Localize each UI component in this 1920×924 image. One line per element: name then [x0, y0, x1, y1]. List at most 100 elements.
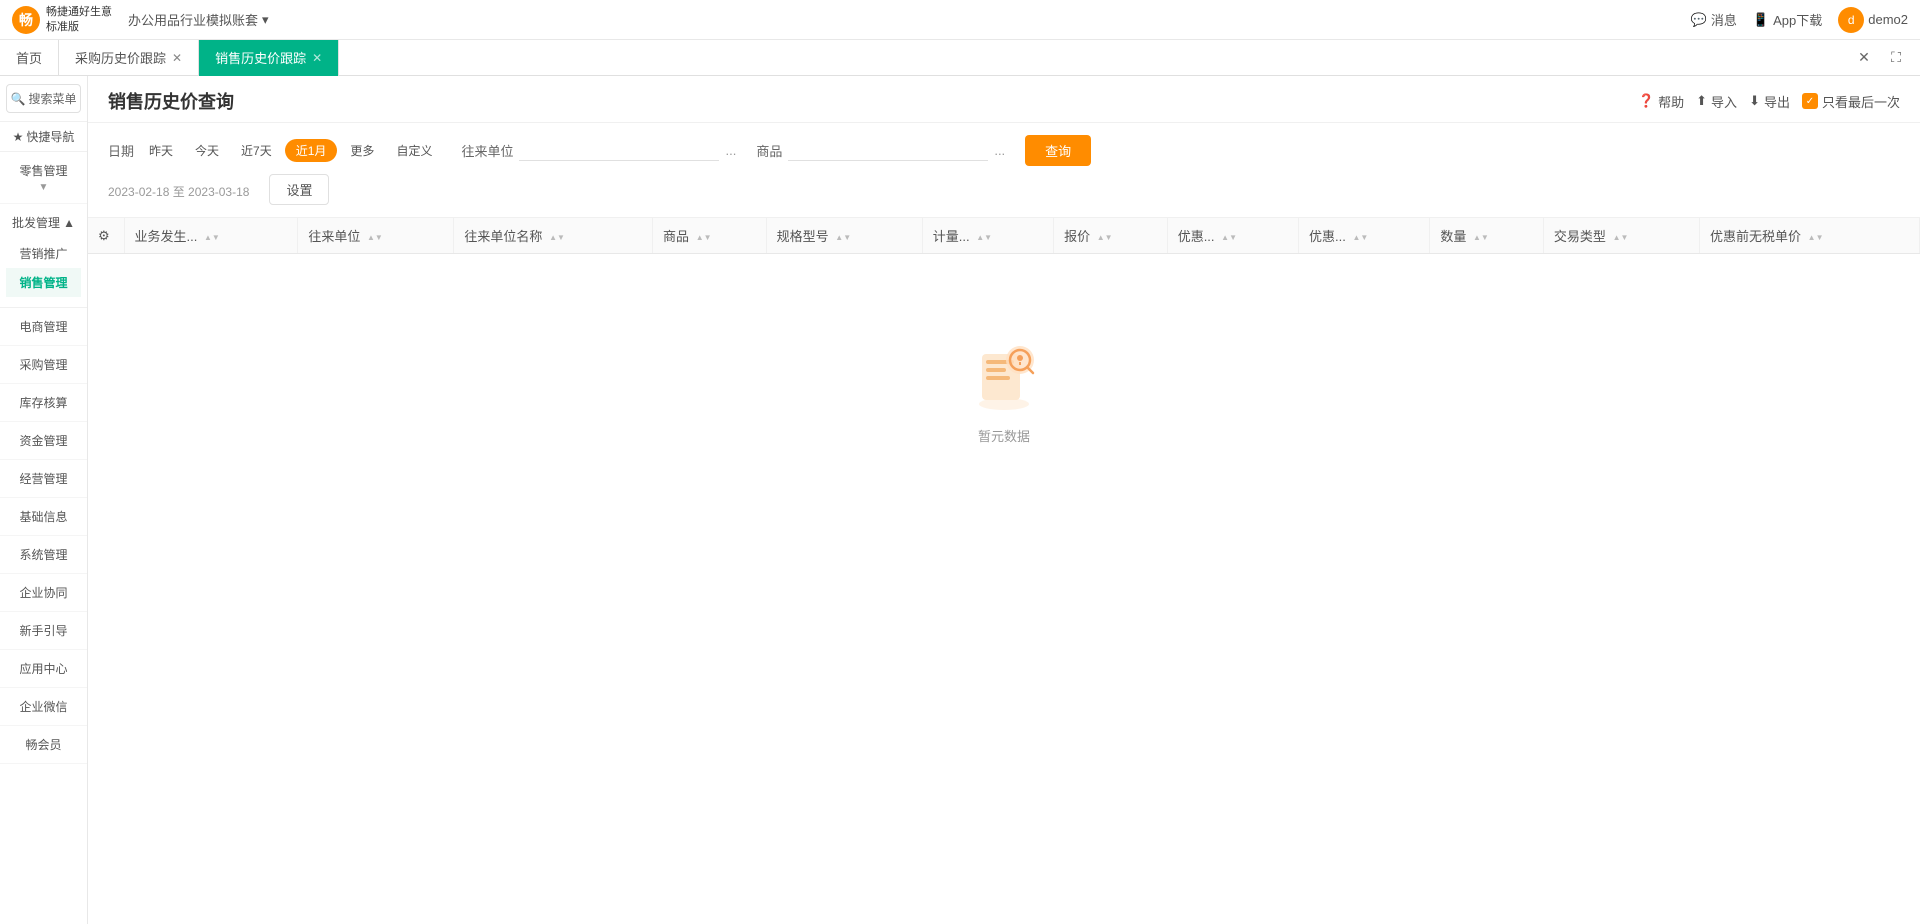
- th-counterpart-name[interactable]: 往来单位名称 ▲▼: [454, 218, 653, 254]
- data-table: ⚙ 业务发生... ▲▼ 往来单位 ▲▼ 往来单位名称 ▲▼: [88, 218, 1920, 254]
- sort-icon: ▲▼: [835, 233, 851, 242]
- date-btn-1month[interactable]: 近1月: [285, 139, 338, 162]
- th-qty[interactable]: 数量 ▲▼: [1430, 218, 1544, 254]
- sidebar-item-guide[interactable]: 新手引导: [0, 612, 87, 650]
- sidebar-item-system[interactable]: 系统管理: [0, 536, 87, 574]
- tabbar: 首页 采购历史价跟踪 ✕ 销售历史价跟踪 ✕ ✕ ⛶: [0, 40, 1920, 76]
- sidebar-item-ecommerce[interactable]: 电商管理: [0, 308, 87, 346]
- app-download-btn[interactable]: 📱 App下载: [1753, 10, 1822, 29]
- sort-icon: ▲▼: [367, 233, 383, 242]
- tab-purchase-history[interactable]: 采购历史价跟踪 ✕: [59, 40, 199, 76]
- sort-icon: ▲▼: [1473, 233, 1489, 242]
- sidebar-item-sales-mgmt[interactable]: 销售管理: [6, 268, 81, 297]
- search-button[interactable]: 查询: [1025, 135, 1091, 166]
- page-header: 销售历史价查询 ❓ 帮助 ⬆ 导入 ⬇ 导出 ✓ 只看最后一次: [88, 76, 1920, 123]
- date-options: 昨天 今天 近7天 近1月 更多 自定义: [140, 139, 441, 162]
- product-input[interactable]: [788, 141, 988, 161]
- sort-icon: ▲▼: [1221, 233, 1237, 242]
- chevron-down-icon: ▼: [39, 182, 49, 193]
- search-icon: 🔍: [11, 92, 26, 106]
- th-spec[interactable]: 规格型号 ▲▼: [766, 218, 922, 254]
- sidebar-item-enterprise[interactable]: 企业协同: [0, 574, 87, 612]
- sidebar-item-finance[interactable]: 资金管理: [0, 422, 87, 460]
- th-tax-price[interactable]: 优惠前无税单价 ▲▼: [1700, 218, 1920, 254]
- user-profile[interactable]: d demo2: [1838, 7, 1908, 33]
- date-range-display: 2023-02-18 至 2023-03-18: [108, 183, 249, 200]
- search-menu-btn[interactable]: 🔍 搜索菜单: [6, 84, 81, 113]
- table-container: ⚙ 业务发生... ▲▼ 往来单位 ▲▼ 往来单位名称 ▲▼: [88, 218, 1920, 924]
- filter-bar: 日期 昨天 今天 近7天 近1月 更多 自定义 往来单位 ...: [88, 123, 1920, 218]
- chevron-up-icon: ▲: [63, 216, 75, 230]
- app-selector[interactable]: 办公用品行业模拟账套 ▾: [120, 10, 277, 29]
- filter-row-2: 2023-02-18 至 2023-03-18 设置: [108, 174, 1900, 205]
- sidebar-item-purchase[interactable]: 采购管理: [0, 346, 87, 384]
- sidebar-item-inventory[interactable]: 库存核算: [0, 384, 87, 422]
- sort-icon: ▲▼: [1808, 233, 1824, 242]
- date-btn-7days[interactable]: 近7天: [232, 139, 281, 162]
- tab-controls: ✕ ⛶: [1852, 46, 1920, 70]
- th-discount1[interactable]: 优惠... ▲▼: [1167, 218, 1298, 254]
- chevron-down-icon: ▾: [262, 12, 269, 28]
- th-discount2[interactable]: 优惠... ▲▼: [1299, 218, 1430, 254]
- topbar-right: 💬 消息 📱 App下载 d demo2: [1691, 7, 1908, 33]
- avatar: d: [1838, 7, 1864, 33]
- page-title: 销售历史价查询: [108, 88, 234, 114]
- tab-close-sales[interactable]: ✕: [312, 51, 322, 65]
- export-btn[interactable]: ⬇ 导出: [1749, 92, 1790, 111]
- sort-icon: ▲▼: [1613, 233, 1629, 242]
- sidebar-item-member[interactable]: 畅会员: [0, 726, 87, 764]
- sidebar-item-quick-nav[interactable]: ★ 快捷导航: [0, 122, 87, 152]
- th-biz-date[interactable]: 业务发生... ▲▼: [124, 218, 298, 254]
- import-icon: ⬆: [1696, 93, 1707, 109]
- sidebar: 🔍 搜索菜单 ★ 快捷导航 零售管理 ▼ 批发管理 ▲ 营销推广 销售管理: [0, 76, 88, 924]
- sidebar-section-wholesale: 批发管理 ▲ 营销推广 销售管理: [0, 204, 87, 308]
- filter-row-1: 日期 昨天 今天 近7天 近1月 更多 自定义 往来单位 ...: [108, 135, 1900, 166]
- topbar-left: 畅 畅捷通好生意 标准版 办公用品行业模拟账套 ▾: [12, 5, 277, 34]
- sort-icon: ▲▼: [1352, 233, 1368, 242]
- page-actions: ❓ 帮助 ⬆ 导入 ⬇ 导出 ✓ 只看最后一次: [1638, 92, 1900, 111]
- date-btn-custom[interactable]: 自定义: [387, 139, 441, 162]
- import-btn[interactable]: ⬆ 导入: [1696, 92, 1737, 111]
- sidebar-item-retail[interactable]: 零售管理 ▼: [0, 152, 87, 204]
- empty-state: 暂元数据: [88, 254, 1920, 525]
- sidebar-item-marketing[interactable]: 营销推广: [6, 239, 81, 268]
- close-tab-btn[interactable]: ✕: [1852, 46, 1876, 70]
- tab-close-purchase[interactable]: ✕: [172, 51, 182, 65]
- th-unit[interactable]: 计量... ▲▼: [922, 218, 1053, 254]
- sidebar-item-basic-info[interactable]: 基础信息: [0, 498, 87, 536]
- maximize-btn[interactable]: ⛶: [1884, 46, 1908, 70]
- message-btn[interactable]: 💬 消息: [1691, 10, 1737, 29]
- export-icon: ⬇: [1749, 93, 1760, 109]
- checkbox-icon: ✓: [1802, 93, 1818, 109]
- only-last-toggle[interactable]: ✓ 只看最后一次: [1802, 92, 1900, 111]
- sort-icon: ▲▼: [549, 233, 565, 242]
- settings-button[interactable]: 设置: [269, 174, 329, 205]
- content-area: 销售历史价查询 ❓ 帮助 ⬆ 导入 ⬇ 导出 ✓ 只看最后一次: [88, 76, 1920, 924]
- product-more-icon[interactable]: ...: [994, 143, 1005, 158]
- logo-icon: 畅: [12, 6, 40, 34]
- topbar: 畅 畅捷通好生意 标准版 办公用品行业模拟账套 ▾ 💬 消息 📱 App下载 d…: [0, 0, 1920, 40]
- th-quote[interactable]: 报价 ▲▼: [1054, 218, 1168, 254]
- empty-icon: [964, 334, 1044, 414]
- th-product[interactable]: 商品 ▲▼: [653, 218, 767, 254]
- sidebar-item-operations[interactable]: 经营管理: [0, 460, 87, 498]
- sidebar-item-app-center[interactable]: 应用中心: [0, 650, 87, 688]
- sidebar-search: 🔍 搜索菜单: [0, 76, 87, 122]
- download-icon: 📱: [1753, 12, 1769, 28]
- date-btn-yesterday[interactable]: 昨天: [140, 139, 182, 162]
- th-gear[interactable]: ⚙: [88, 218, 124, 254]
- help-icon: ❓: [1638, 93, 1654, 109]
- message-icon: 💬: [1691, 12, 1707, 28]
- date-btn-today[interactable]: 今天: [186, 139, 228, 162]
- help-btn[interactable]: ❓ 帮助: [1638, 92, 1684, 111]
- th-trade-type[interactable]: 交易类型 ▲▼: [1543, 218, 1699, 254]
- counterpart-input[interactable]: [519, 141, 719, 161]
- tab-home[interactable]: 首页: [0, 40, 59, 76]
- tab-sales-history[interactable]: 销售历史价跟踪 ✕: [199, 40, 339, 76]
- sidebar-item-wholesale[interactable]: 批发管理 ▲: [6, 210, 81, 235]
- sort-icon: ▲▼: [976, 233, 992, 242]
- th-counterpart-code[interactable]: 往来单位 ▲▼: [298, 218, 454, 254]
- date-btn-more[interactable]: 更多: [341, 139, 383, 162]
- counterpart-more-icon[interactable]: ...: [725, 143, 736, 158]
- sidebar-item-wechat[interactable]: 企业微信: [0, 688, 87, 726]
